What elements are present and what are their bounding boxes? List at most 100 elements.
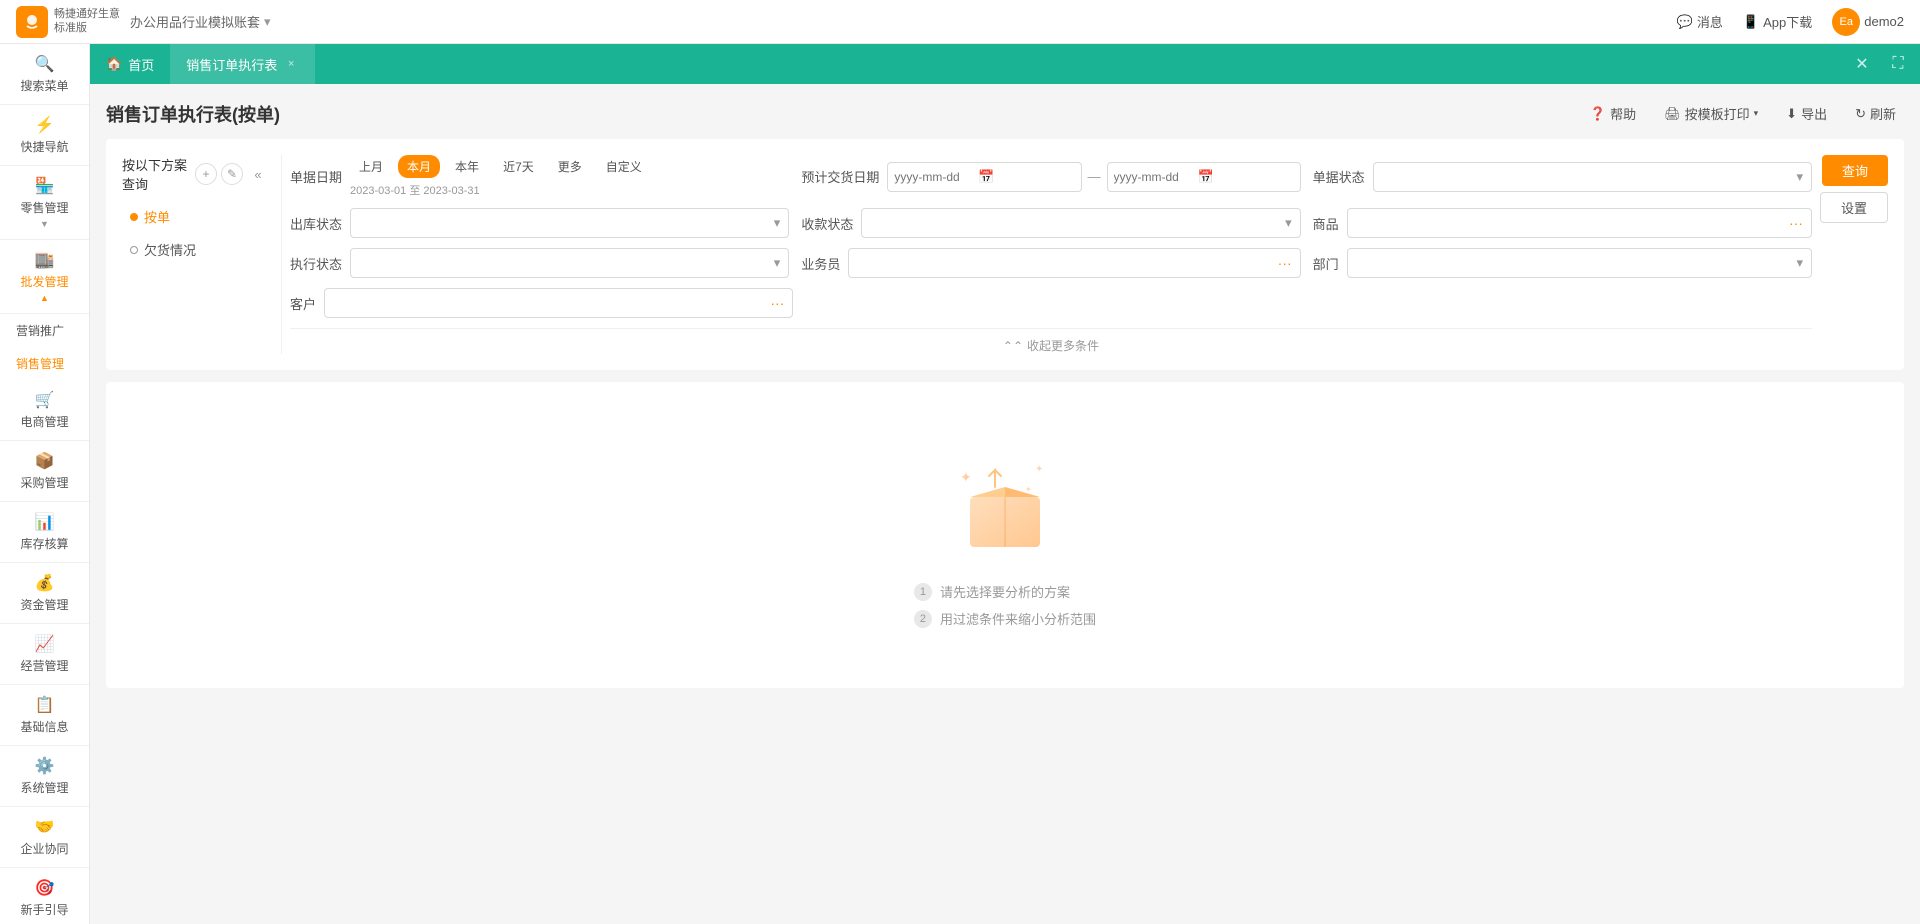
department-select[interactable]: ▾ (1347, 248, 1812, 278)
home-icon: 🏠 (106, 56, 122, 72)
breadcrumb[interactable]: 办公用品行业模拟账套 ▾ (130, 12, 271, 31)
out-status-select[interactable]: ▾ (350, 208, 789, 238)
department-field: 部门 ▾ (1313, 248, 1812, 278)
tip-text-1: 请先选择要分析的方案 (940, 582, 1070, 601)
filter-sidebar-header: 按以下方案查询 + ✎ « (122, 155, 269, 193)
date-this-month-btn[interactable]: 本月 (398, 155, 440, 178)
sidebar-item-enterprise[interactable]: 🤝 企业协同 (0, 807, 89, 868)
expected-date-end-input[interactable]: 📅 (1107, 162, 1301, 192)
tab-maximize-button[interactable]: ⛶ (1884, 50, 1912, 78)
filter-layout: 按以下方案查询 + ✎ « 按单 (122, 155, 1888, 354)
export-button[interactable]: ⬇ 导出 (1778, 100, 1835, 127)
sidebar-item-wholesale[interactable]: 🏬 批发管理 ▲ (0, 240, 89, 314)
sidebar-item-label: 快捷导航 (20, 138, 68, 155)
sidebar-item-label: 营销推广 (16, 322, 64, 339)
filter-body: 单据日期 上月 本月 本年 近7天 更多 自定义 (290, 155, 1812, 354)
filter-row-4: 客户 ··· (290, 288, 1812, 318)
tab-current-label: 销售订单执行表 (186, 55, 277, 74)
header-right: 💬 消息 📱 App下载 Ea demo2 (1677, 8, 1904, 36)
tab-close-button[interactable]: × (283, 56, 299, 72)
edit-scheme-button[interactable]: ✎ (221, 163, 243, 185)
chevron-down-icon: ▼ (40, 219, 49, 229)
svg-text:✦: ✦ (960, 469, 972, 485)
system-icon: ⚙️ (35, 756, 55, 776)
user-profile[interactable]: Ea demo2 (1832, 8, 1904, 36)
collapse-sidebar-button[interactable]: « (247, 163, 269, 185)
tab-bar-actions: ✕ ⛶ (1848, 50, 1920, 78)
print-icon: 🖨 (1664, 106, 1681, 122)
collapse-button[interactable]: ⌃⌃ 收起更多条件 (1003, 337, 1099, 354)
message-button[interactable]: 💬 消息 (1677, 12, 1723, 31)
receive-status-field: 收款状态 ▾ (801, 208, 1300, 238)
help-button[interactable]: ❓ 帮助 (1582, 100, 1644, 127)
expected-date-start-input[interactable]: 📅 (887, 162, 1081, 192)
main-layout: 🔍 搜索菜单 ⚡ 快捷导航 🏪 零售管理 ▼ 🏬 批发管理 ▲ 营销推广 销售管… (0, 44, 1920, 924)
help-label: 帮助 (1610, 104, 1636, 123)
expected-date-start[interactable] (894, 170, 974, 184)
sidebar-item-label: 电商管理 (20, 413, 68, 430)
sidebar-item-purchase[interactable]: 📦 采购管理 (0, 441, 89, 502)
empty-tip-1: 1 请先选择要分析的方案 (914, 582, 1096, 601)
sidebar-item-ecommerce[interactable]: 🛒 电商管理 (0, 380, 89, 441)
calendar-start-icon: 📅 (978, 169, 994, 185)
collapse-label: 收起更多条件 (1027, 337, 1099, 354)
sidebar-item-inventory[interactable]: 📊 库存核算 (0, 502, 89, 563)
scheme-item-shortage[interactable]: 欠货情况 (122, 234, 269, 265)
reset-button[interactable]: 设置 (1820, 192, 1888, 223)
exec-status-select[interactable]: ▾ (350, 248, 789, 278)
top-header: 畅捷通好生意 标准版 办公用品行业模拟账套 ▾ 💬 消息 📱 App下载 Ea … (0, 0, 1920, 44)
date-quick-filters: 上月 本月 本年 近7天 更多 自定义 (350, 155, 789, 178)
chevron-down-icon: ▾ (1796, 169, 1803, 185)
content-area: 🏠 首页 销售订单执行表 × ✕ ⛶ 销售订单执行表(按单) ❓ 帮助 (90, 44, 1920, 924)
app-download-button[interactable]: 📱 App下载 (1743, 12, 1812, 31)
tab-home-label: 首页 (128, 55, 154, 74)
query-button[interactable]: 查询 (1822, 155, 1888, 186)
avatar: Ea (1832, 8, 1860, 36)
date-this-year-btn[interactable]: 本年 (446, 155, 488, 178)
refresh-button[interactable]: ↻ 刷新 (1847, 100, 1904, 127)
date-more-btn[interactable]: 更多 (549, 155, 591, 178)
add-scheme-button[interactable]: + (195, 163, 217, 185)
date-last7days-btn[interactable]: 近7天 (494, 155, 543, 178)
help-icon: ❓ (1590, 106, 1606, 122)
salesperson-input[interactable]: ··· (848, 248, 1300, 278)
page-title: 销售订单执行表(按单) (106, 101, 280, 127)
print-button[interactable]: 🖨 按模板打印 ▾ (1656, 100, 1766, 127)
sidebar-item-search[interactable]: 🔍 搜索菜单 (0, 44, 89, 105)
sidebar-item-label: 销售管理 (16, 355, 64, 372)
message-label: 消息 (1697, 12, 1723, 31)
scheme-item-by-order[interactable]: 按单 (122, 201, 269, 232)
date-last-month-btn[interactable]: 上月 (350, 155, 392, 178)
customer-input[interactable]: ··· (324, 288, 793, 318)
tab-close-all-button[interactable]: ✕ (1848, 50, 1876, 78)
sidebar-item-basic[interactable]: 📋 基础信息 (0, 685, 89, 746)
sidebar-item-finance[interactable]: 💰 资金管理 (0, 563, 89, 624)
date-field-label: 单据日期 (290, 167, 342, 186)
sidebar-item-label: 零售管理 (20, 199, 68, 216)
salesperson-dots-icon: ··· (1278, 255, 1292, 271)
filter-row-1: 单据日期 上月 本月 本年 近7天 更多 自定义 (290, 155, 1812, 198)
receive-status-select[interactable]: ▾ (861, 208, 1300, 238)
goods-input[interactable]: ··· (1347, 208, 1812, 238)
sidebar-item-sales[interactable]: 销售管理 (0, 347, 89, 380)
sidebar-item-marketing[interactable]: 营销推广 (0, 314, 89, 347)
search-icon: 🔍 (35, 54, 55, 74)
tab-home[interactable]: 🏠 首页 (90, 44, 170, 84)
order-status-select[interactable]: ▾ (1373, 162, 1812, 192)
sidebar-item-operations[interactable]: 📈 经营管理 (0, 624, 89, 685)
tab-current[interactable]: 销售订单执行表 × (170, 44, 315, 84)
sidebar-item-label: 批发管理 (20, 273, 68, 290)
purchase-icon: 📦 (35, 451, 55, 471)
date-custom-btn[interactable]: 自定义 (597, 155, 651, 178)
sidebar-item-quick-nav[interactable]: ⚡ 快捷导航 (0, 105, 89, 166)
date-separator: — (1086, 169, 1103, 184)
sidebar-item-newbie[interactable]: 🎯 新手引导 (0, 868, 89, 924)
chevron-up-icon: ⌃⌃ (1003, 339, 1023, 353)
operations-icon: 📈 (35, 634, 55, 654)
chevron-down-icon: ▾ (1796, 255, 1803, 271)
expected-date-end[interactable] (1114, 170, 1194, 184)
sidebar-item-system[interactable]: ⚙️ 系统管理 (0, 746, 89, 807)
retail-icon: 🏪 (35, 176, 55, 196)
sidebar-item-retail[interactable]: 🏪 零售管理 ▼ (0, 166, 89, 240)
empty-illustration: ✦ ✦ ✦ (945, 442, 1065, 562)
